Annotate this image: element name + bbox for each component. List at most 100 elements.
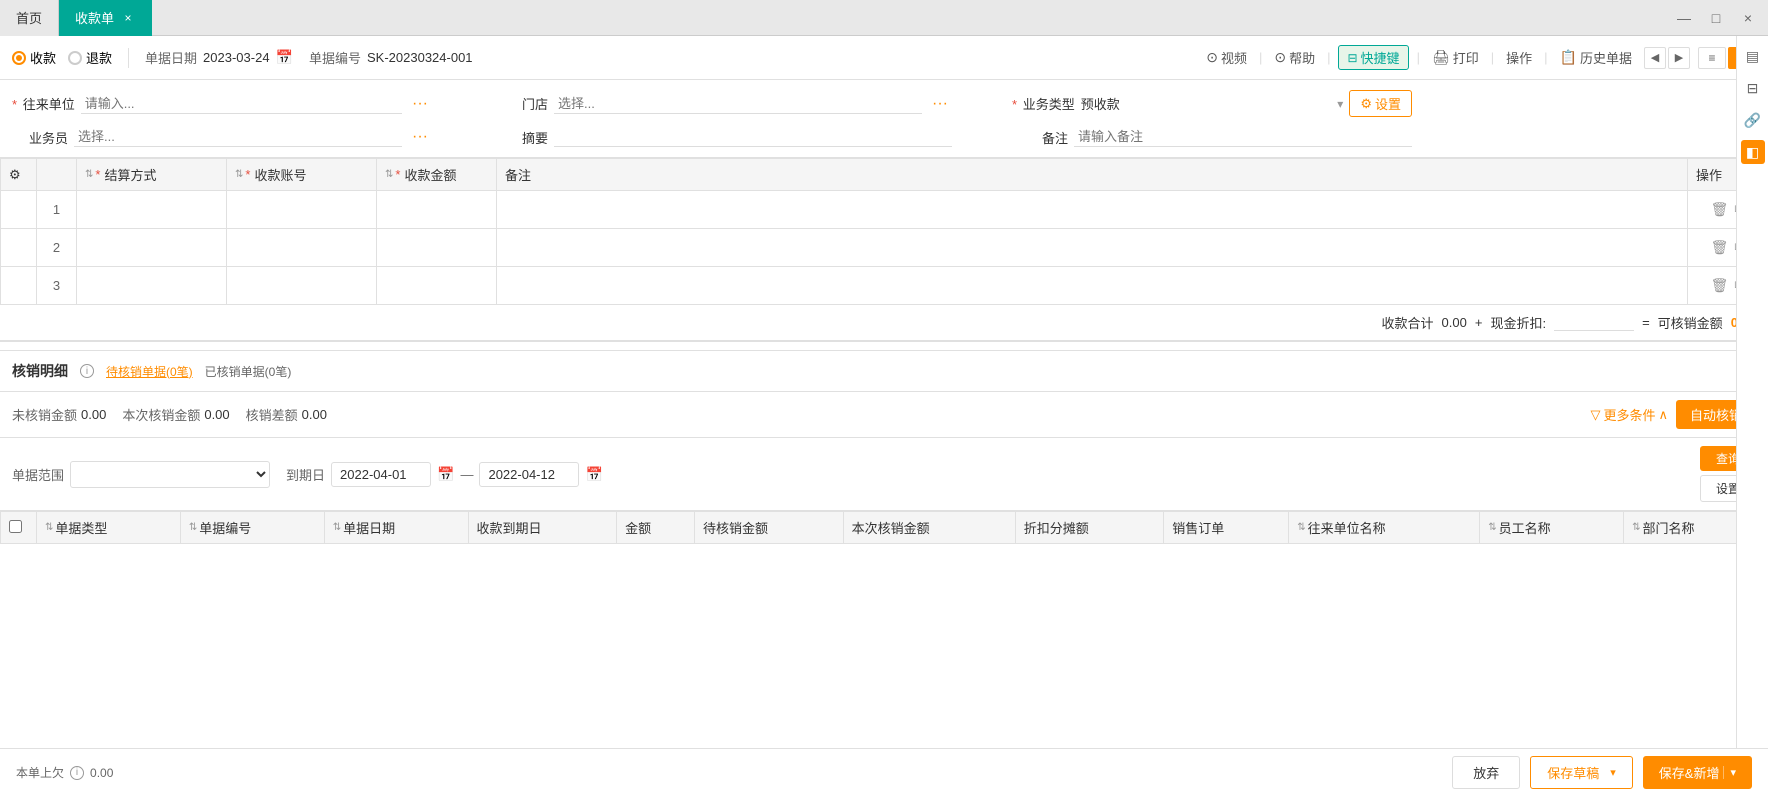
radio-tuikuan[interactable]: 退款 bbox=[68, 48, 112, 67]
settings-button[interactable]: ⚙ 设置 bbox=[1349, 90, 1412, 117]
sep3: | bbox=[1417, 50, 1420, 65]
row3-empty bbox=[1, 267, 37, 305]
th-doc-num: ⇅ 单据编号 bbox=[180, 512, 324, 544]
minimize-button[interactable]: — bbox=[1672, 6, 1696, 30]
row3-remark-input[interactable] bbox=[497, 267, 1687, 304]
row3-settlement-input[interactable] bbox=[77, 267, 226, 304]
table-area: ⚙ ⇅ * 结算方式 ⇅ * 收款账号 bbox=[0, 158, 1768, 342]
history-action[interactable]: 📋 历史单据 bbox=[1556, 46, 1636, 69]
salesperson-input[interactable] bbox=[74, 127, 402, 147]
row1-remark-input[interactable] bbox=[497, 191, 1687, 228]
range-select[interactable] bbox=[70, 461, 270, 488]
tab-bar: 首页 收款单 × — □ × bbox=[0, 0, 1768, 36]
row1-settlement[interactable] bbox=[77, 191, 227, 229]
shop-more-btn[interactable]: ··· bbox=[928, 96, 952, 112]
th-remark: 备注 bbox=[497, 159, 1688, 191]
save-new-button[interactable]: 保存&新增 ▾ bbox=[1643, 756, 1752, 789]
bottom-info-icon[interactable]: i bbox=[70, 766, 84, 780]
maximize-button[interactable]: □ bbox=[1704, 6, 1728, 30]
done-tab[interactable]: 已核销单据(0笔) bbox=[205, 363, 292, 380]
video-action[interactable]: ⊙ 视频 bbox=[1202, 46, 1251, 69]
business-type-chevron[interactable]: ▾ bbox=[1337, 97, 1343, 111]
close-button[interactable]: × bbox=[1736, 6, 1760, 30]
row3-amount-input[interactable] bbox=[377, 267, 496, 304]
row2-amount[interactable] bbox=[377, 229, 497, 267]
counterpart-input[interactable] bbox=[81, 94, 402, 114]
row2-settlement[interactable] bbox=[77, 229, 227, 267]
print-action[interactable]: 🖨 打印 bbox=[1428, 46, 1483, 69]
row3-amount[interactable] bbox=[377, 267, 497, 305]
date-to-calendar[interactable]: 📅 bbox=[585, 466, 602, 483]
operations-action[interactable]: 操作 bbox=[1502, 46, 1536, 69]
row2-delete-btn[interactable]: 🗑 bbox=[1711, 239, 1729, 256]
row3-account[interactable] bbox=[227, 267, 377, 305]
counterpart-more-btn[interactable]: ··· bbox=[408, 96, 432, 112]
right-panel-btn3[interactable]: 🔗 bbox=[1741, 108, 1765, 132]
kuaijian-icon: ⊟ bbox=[1347, 51, 1357, 65]
row1-account[interactable] bbox=[227, 191, 377, 229]
summary-label: 摘要 bbox=[492, 128, 548, 147]
row2-remark-input[interactable] bbox=[497, 229, 1687, 266]
discount-input[interactable] bbox=[1554, 315, 1634, 331]
row1-amount[interactable] bbox=[377, 191, 497, 229]
calendar-icon[interactable]: 📅 bbox=[276, 49, 293, 66]
row3-settlement[interactable] bbox=[77, 267, 227, 305]
right-panel-btn4[interactable]: ◧ bbox=[1741, 140, 1765, 164]
row1-delete-btn[interactable]: 🗑 bbox=[1711, 201, 1729, 218]
filter-row: 单据范围 到期日 📅 — 📅 查询 设置 bbox=[0, 438, 1768, 511]
row2-amount-input[interactable] bbox=[377, 229, 496, 266]
kuaijian-button[interactable]: ⊟ 快捷键 bbox=[1338, 45, 1408, 70]
pending-tab[interactable]: 待核销单据(0笔) bbox=[106, 363, 193, 380]
abandon-button[interactable]: 放弃 bbox=[1452, 756, 1520, 789]
range-field: 单据范围 bbox=[12, 461, 270, 488]
date-from-calendar[interactable]: 📅 bbox=[437, 466, 454, 483]
right-panel-btn1[interactable]: ▤ bbox=[1741, 44, 1765, 68]
row1-amount-input[interactable] bbox=[377, 191, 496, 228]
row1-remark[interactable] bbox=[497, 191, 1688, 229]
save-new-arrow: ▾ bbox=[1723, 766, 1736, 779]
th-settlement: ⇅ * 结算方式 bbox=[77, 159, 227, 191]
salesperson-more-btn[interactable]: ··· bbox=[408, 129, 432, 145]
save-new-label: 保存&新增 bbox=[1659, 763, 1720, 782]
table-gear-header[interactable]: ⚙ bbox=[1, 159, 37, 191]
sep2: | bbox=[1327, 50, 1330, 65]
help-action[interactable]: ⊙ 帮助 bbox=[1270, 46, 1319, 69]
row3-remark[interactable] bbox=[497, 267, 1688, 305]
row1-account-input[interactable] bbox=[227, 191, 376, 228]
row2-account[interactable] bbox=[227, 229, 377, 267]
remark-input[interactable] bbox=[1074, 127, 1412, 147]
date-from-input[interactable] bbox=[331, 462, 431, 487]
tab-receipt[interactable]: 收款单 × bbox=[59, 0, 152, 36]
summary-input[interactable] bbox=[554, 127, 952, 147]
row2-account-input[interactable] bbox=[227, 229, 376, 266]
select-all-checkbox[interactable] bbox=[9, 520, 22, 533]
th-counterpart-name: ⇅ 往来单位名称 bbox=[1289, 512, 1480, 544]
business-type-required: * bbox=[1012, 97, 1017, 112]
section-info-icon[interactable]: i bbox=[80, 364, 94, 378]
tab-home[interactable]: 首页 bbox=[0, 0, 59, 36]
row3-delete-btn[interactable]: 🗑 bbox=[1711, 277, 1729, 294]
date-to-input[interactable] bbox=[479, 462, 579, 487]
bottom-label: 本单上欠 bbox=[16, 764, 64, 781]
row2-remark[interactable] bbox=[497, 229, 1688, 267]
nav-next[interactable]: ▶ bbox=[1668, 47, 1690, 69]
nav-prev[interactable]: ◀ bbox=[1644, 47, 1666, 69]
radio-shouкuan[interactable]: 收款 bbox=[12, 48, 56, 67]
gear-icon: ⚙ bbox=[9, 167, 21, 182]
date-value: 2023-03-24 bbox=[203, 50, 270, 65]
tab-close-icon[interactable]: × bbox=[120, 10, 136, 26]
row1-settlement-input[interactable] bbox=[77, 191, 226, 228]
more-conditions-btn[interactable]: ▽ 更多条件 ∧ bbox=[1590, 405, 1668, 424]
draft-button[interactable]: 保存草稿 ▾ bbox=[1530, 756, 1633, 789]
stats-right: ▽ 更多条件 ∧ 自动核销 bbox=[1590, 400, 1756, 429]
bottom-right: 放弃 保存草稿 ▾ 保存&新增 ▾ bbox=[1452, 756, 1752, 789]
shop-input[interactable] bbox=[554, 94, 922, 114]
right-panel-btn2[interactable]: ⊟ bbox=[1741, 76, 1765, 100]
counterpart-label: * 往来单位 bbox=[12, 94, 75, 113]
radio-tuikuan-label: 退款 bbox=[86, 48, 112, 67]
list-view-button[interactable]: ≡ bbox=[1698, 47, 1726, 69]
row3-account-input[interactable] bbox=[227, 267, 376, 304]
equals-sign: = bbox=[1642, 315, 1650, 330]
draft-arrow: ▾ bbox=[1603, 766, 1616, 779]
row2-settlement-input[interactable] bbox=[77, 229, 226, 266]
